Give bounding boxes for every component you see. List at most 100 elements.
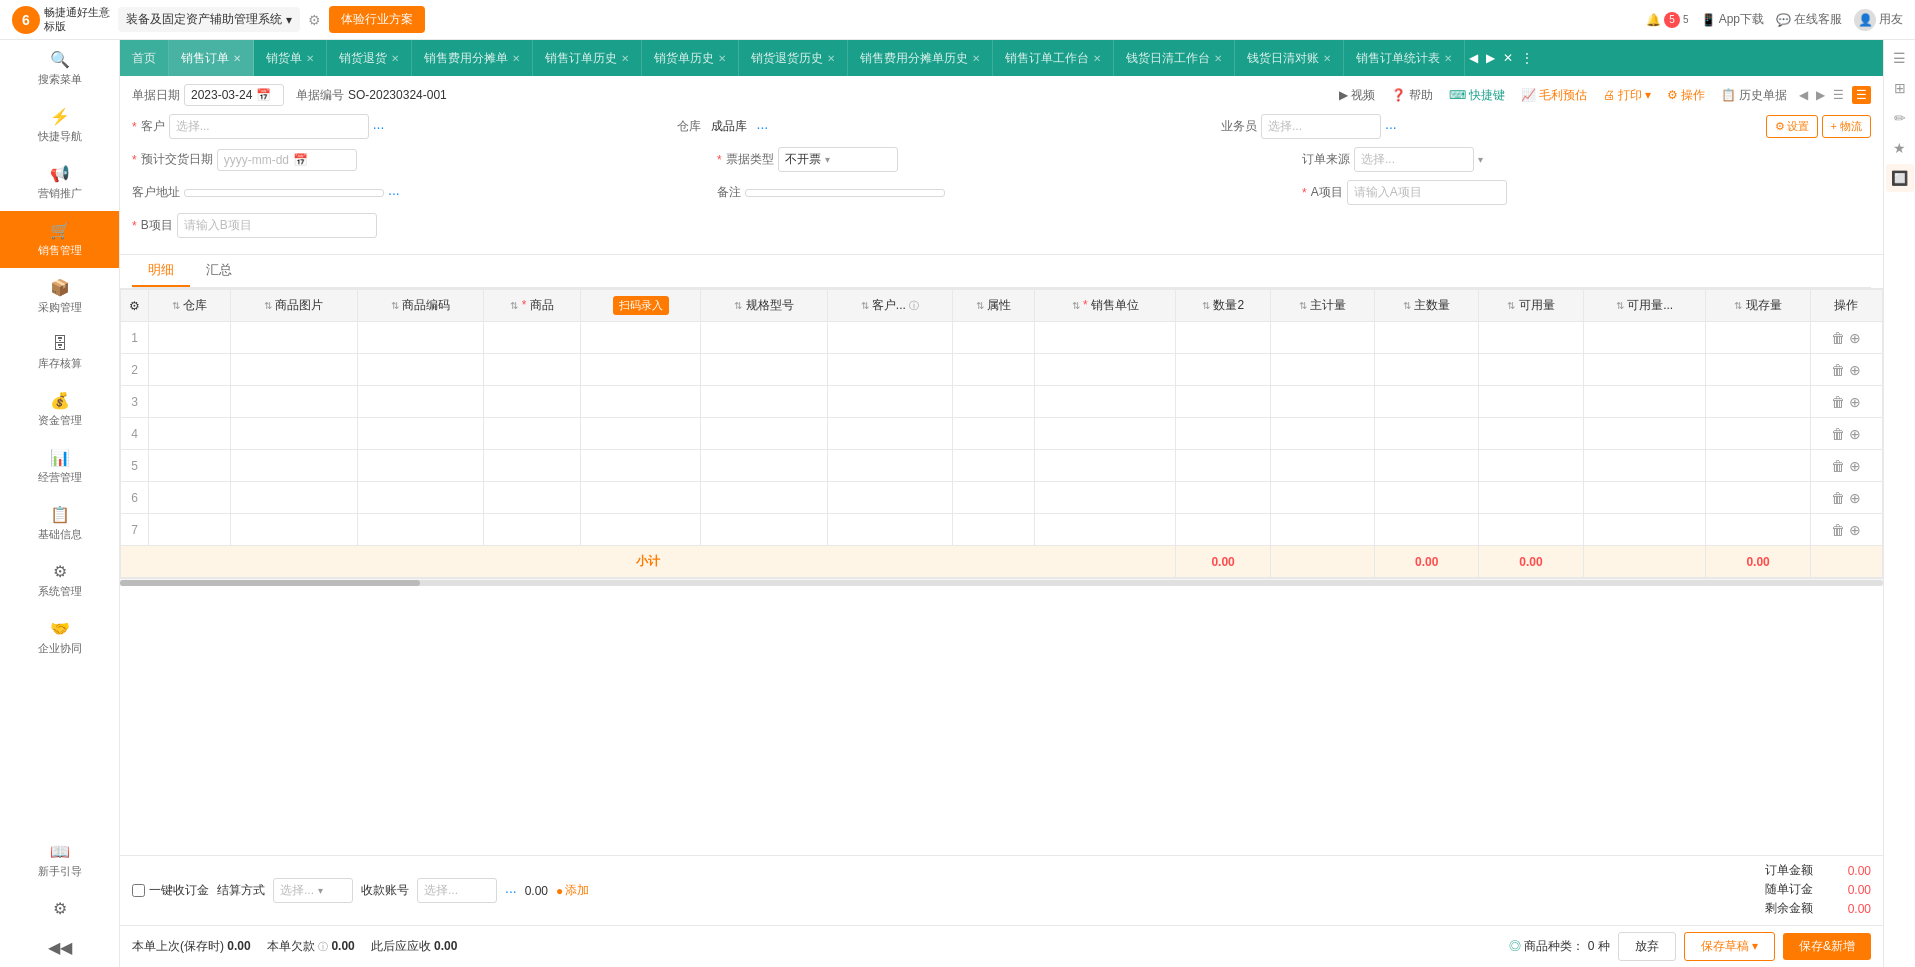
nav-prev-icon[interactable]: ◀: [1799, 88, 1808, 102]
tab-sales-slip[interactable]: 销货单 ✕: [254, 40, 327, 76]
sidebar-item-enterprise[interactable]: 🤝 企业协同: [0, 609, 119, 666]
row-3-attribute[interactable]: [953, 386, 1035, 418]
row-6-warehouse[interactable]: [149, 482, 231, 514]
row-2-product[interactable]: [484, 354, 581, 386]
row-6-unit[interactable]: [1035, 482, 1176, 514]
tab-sales-order[interactable]: 销售订单 ✕: [169, 40, 254, 76]
scrollbar-track[interactable]: [120, 580, 1883, 586]
delete-icon[interactable]: 🗑: [1831, 458, 1845, 474]
tab-nav-close[interactable]: ✕: [1499, 51, 1517, 65]
row-6-qty2[interactable]: [1176, 482, 1270, 514]
tab-close-icon[interactable]: ✕: [827, 53, 835, 64]
profit-btn[interactable]: 📈 毛利预估: [1517, 85, 1591, 106]
row-4-customer-code[interactable]: [827, 418, 952, 450]
account-more-icon[interactable]: ···: [505, 883, 517, 899]
sidebar-item-quick-nav[interactable]: ⚡ 快捷导航: [0, 97, 119, 154]
sidebar-item-basic-info[interactable]: 📋 基础信息: [0, 495, 119, 552]
row-2-stock[interactable]: [1706, 354, 1810, 386]
tab-detail[interactable]: 明细: [132, 255, 190, 287]
row-1-qty2[interactable]: [1176, 322, 1270, 354]
row-2-unit[interactable]: [1035, 354, 1176, 386]
tab-order-workspace[interactable]: 销售订单工作台 ✕: [993, 40, 1114, 76]
copy-icon[interactable]: ⊕: [1849, 394, 1861, 410]
delete-icon[interactable]: 🗑: [1831, 490, 1845, 506]
row-4-image[interactable]: [231, 418, 357, 450]
tab-order-stats[interactable]: 销售订单统计表 ✕: [1344, 40, 1465, 76]
row-7-qty2[interactable]: [1176, 514, 1270, 546]
row-4-main-qty[interactable]: [1375, 418, 1479, 450]
delivery-cal-icon[interactable]: 📅: [293, 153, 308, 167]
row-1-main-qty[interactable]: [1375, 322, 1479, 354]
row-6-main-qty[interactable]: [1375, 482, 1479, 514]
row-5-customer-code[interactable]: [827, 450, 952, 482]
row-3-customer-code[interactable]: [827, 386, 952, 418]
row-3-spec[interactable]: [701, 386, 827, 418]
order-source-input[interactable]: 选择...: [1354, 147, 1474, 172]
right-panel-btn-3[interactable]: ✏: [1886, 104, 1914, 132]
row-7-available[interactable]: [1479, 514, 1583, 546]
sidebar-item-inventory[interactable]: 🗄 库存核算: [0, 325, 119, 381]
online-service-btn[interactable]: 💬 在线客服: [1776, 11, 1842, 28]
row-2-code[interactable]: [357, 354, 483, 386]
sidebar-item-operations[interactable]: 📊 经营管理: [0, 438, 119, 495]
sidebar-collapse-btn[interactable]: ◀◀: [0, 928, 119, 967]
tab-close-icon[interactable]: ✕: [1323, 53, 1331, 64]
copy-icon[interactable]: ⊕: [1849, 458, 1861, 474]
row-6-code[interactable]: [357, 482, 483, 514]
row-1-stock[interactable]: [1706, 322, 1810, 354]
row-1-code[interactable]: [357, 322, 483, 354]
row-5-warehouse[interactable]: [149, 450, 231, 482]
save-new-btn[interactable]: 保存&新增: [1783, 933, 1871, 960]
right-panel-btn-4[interactable]: ★: [1886, 134, 1914, 162]
row-2-customer-code[interactable]: [827, 354, 952, 386]
row-6-customer-code[interactable]: [827, 482, 952, 514]
row-1-main-unit[interactable]: [1270, 322, 1374, 354]
row-5-main-unit[interactable]: [1270, 450, 1374, 482]
invoice-select[interactable]: 不开票 ▾: [778, 147, 898, 172]
row-3-code[interactable]: [357, 386, 483, 418]
row-2-warehouse[interactable]: [149, 354, 231, 386]
delete-icon[interactable]: 🗑: [1831, 362, 1845, 378]
row-5-unit[interactable]: [1035, 450, 1176, 482]
row-3-available[interactable]: [1479, 386, 1583, 418]
tab-daily-workspace[interactable]: 钱货日清工作台 ✕: [1114, 40, 1235, 76]
copy-icon[interactable]: ⊕: [1849, 522, 1861, 538]
row-4-code[interactable]: [357, 418, 483, 450]
sidebar-item-marketing[interactable]: 📢 营销推广: [0, 154, 119, 211]
row-1-unit[interactable]: [1035, 322, 1176, 354]
row-1-warehouse[interactable]: [149, 322, 231, 354]
row-1-customer-code[interactable]: [827, 322, 952, 354]
row-2-qty2[interactable]: [1176, 354, 1270, 386]
row-5-attribute[interactable]: [953, 450, 1035, 482]
delete-icon[interactable]: 🗑: [1831, 394, 1845, 410]
row-6-spec[interactable]: [701, 482, 827, 514]
row-1-available2[interactable]: [1583, 322, 1706, 354]
row-1-available[interactable]: [1479, 322, 1583, 354]
row-5-product[interactable]: [484, 450, 581, 482]
scan-btn[interactable]: 扫码录入: [613, 296, 669, 315]
copy-icon[interactable]: ⊕: [1849, 490, 1861, 506]
sidebar-settings-btn[interactable]: ⚙: [0, 889, 119, 928]
right-panel-btn-2[interactable]: ⊞: [1886, 74, 1914, 102]
delete-icon[interactable]: 🗑: [1831, 522, 1845, 538]
tab-nav-menu[interactable]: ⋮: [1517, 51, 1537, 65]
row-6-available[interactable]: [1479, 482, 1583, 514]
row-2-spec[interactable]: [701, 354, 827, 386]
copy-icon[interactable]: ⊕: [1849, 426, 1861, 442]
grid-view-icon[interactable]: ☰: [1833, 88, 1844, 102]
right-panel-btn-1[interactable]: ☰: [1886, 44, 1914, 72]
system-title[interactable]: 装备及固定资产辅助管理系统 ▾: [118, 7, 300, 32]
app-download-btn[interactable]: 📱 App下载: [1701, 11, 1764, 28]
row-6-attribute[interactable]: [953, 482, 1035, 514]
industry-btn[interactable]: 体验行业方案: [329, 6, 425, 33]
sidebar-item-sales[interactable]: 🛒 销售管理: [0, 211, 119, 268]
row-7-main-unit[interactable]: [1270, 514, 1374, 546]
row-5-available[interactable]: [1479, 450, 1583, 482]
tab-close-icon[interactable]: ✕: [718, 53, 726, 64]
row-1-attribute[interactable]: [953, 322, 1035, 354]
row-6-available2[interactable]: [1583, 482, 1706, 514]
row-7-attribute[interactable]: [953, 514, 1035, 546]
row-3-product[interactable]: [484, 386, 581, 418]
a-project-input[interactable]: 请输入A项目: [1347, 180, 1507, 205]
row-5-spec[interactable]: [701, 450, 827, 482]
